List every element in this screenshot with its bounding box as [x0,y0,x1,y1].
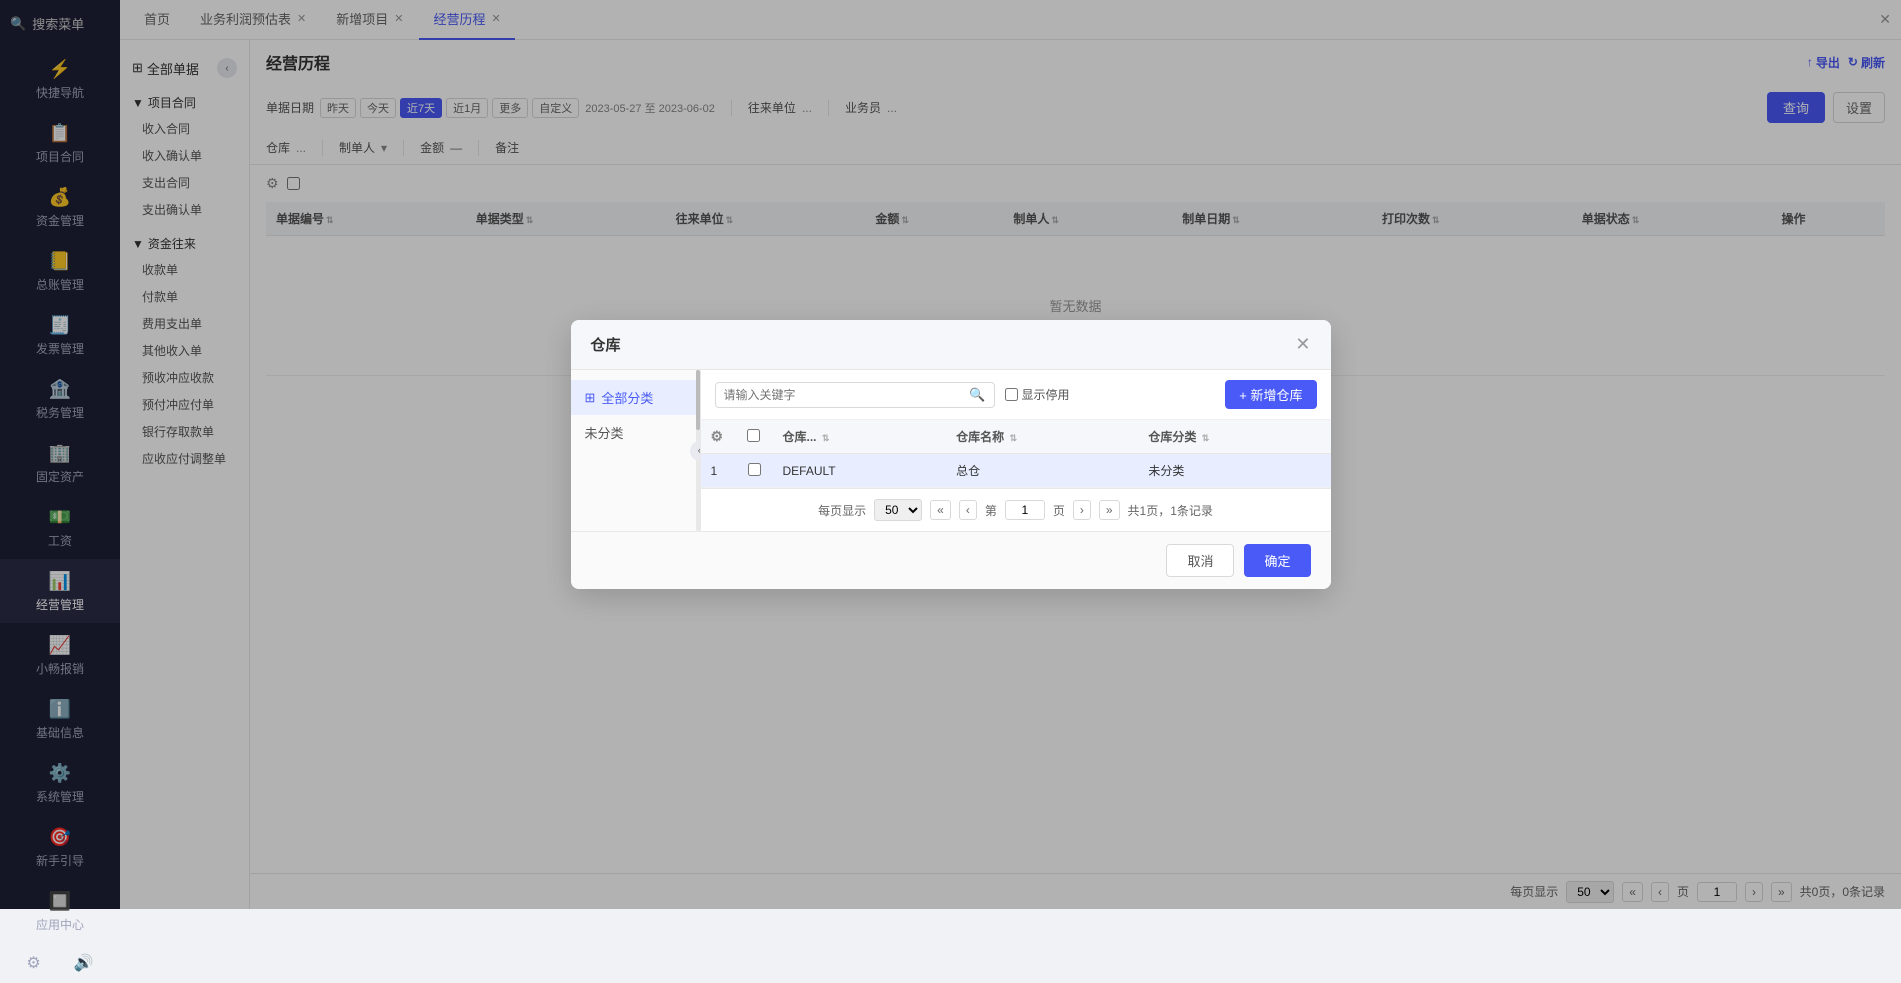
modal-col-name: 仓库名称 ⇅ [946,420,1138,454]
left-panel-collapse-btn[interactable]: ‹ [690,441,701,461]
modal-footer: 取消 确定 [571,531,1331,589]
modal-page-label: 第 [985,502,997,519]
search-icon-modal: 🔍 [969,387,985,403]
modal-last-page[interactable]: » [1099,500,1120,520]
settings-icon[interactable]: ⚙ [26,953,40,973]
row-index: 1 [701,454,737,488]
modal-close-button[interactable]: ✕ [1295,334,1310,355]
modal-table-area: ⚙ 仓库... ⇅ 仓库名称 [701,420,1331,488]
modal-col-category: 仓库分类 ⇅ [1138,420,1330,454]
modal-title: 仓库 [591,334,621,355]
row-code: DEFAULT [773,454,947,488]
row-checkbox-cell [737,454,773,488]
modal-select-all[interactable] [747,429,760,442]
modal-overlay: 仓库 ✕ ⊞ 全部分类 未分类 ‹ [0,0,1901,909]
modal-page-size-select[interactable]: 50 [874,499,922,521]
modal-col-check [737,420,773,454]
modal-col-code: 仓库... ⇅ [773,420,947,454]
row-checkbox[interactable] [748,463,761,476]
modal-search-box: 🔍 [715,382,995,408]
modal-category-unclassified[interactable]: 未分类 [571,415,700,450]
add-warehouse-button[interactable]: + 新增仓库 [1225,380,1316,409]
row-name: 总仓 [946,454,1138,488]
modal-next-page[interactable]: › [1073,500,1091,520]
modal-gear-icon[interactable]: ⚙ [711,428,724,444]
modal-col-gear: ⚙ [701,420,737,454]
modal-page-size-label: 每页显示 [818,502,866,519]
modal-toolbar: 🔍 显示停用 + 新增仓库 [701,370,1331,420]
modal-right-panel: 🔍 显示停用 + 新增仓库 ⚙ [701,370,1331,531]
modal-total-records: 共1页，1条记录 [1128,502,1213,519]
confirm-button[interactable]: 确定 [1244,544,1310,577]
row-category: 未分类 [1138,454,1330,488]
table-row[interactable]: 1 DEFAULT 总仓 未分类 [701,454,1331,488]
warehouse-modal: 仓库 ✕ ⊞ 全部分类 未分类 ‹ [571,320,1331,589]
modal-left-panel: ⊞ 全部分类 未分类 ‹ [571,370,701,531]
grid-icon-modal: ⊞ [585,390,596,406]
volume-icon[interactable]: 🔊 [74,953,94,973]
show-disabled-option[interactable]: 显示停用 [1005,386,1070,403]
modal-page-input[interactable] [1005,500,1045,520]
modal-pagination: 每页显示 50 « ‹ 第 页 › » 共1页，1条记录 [701,488,1331,531]
modal-warehouse-table: ⚙ 仓库... ⇅ 仓库名称 [701,420,1331,488]
modal-page-suffix: 页 [1053,502,1065,519]
sidebar-item-label: 应用中心 [36,916,84,933]
modal-body: ⊞ 全部分类 未分类 ‹ [571,370,1331,531]
sidebar-bottom: ⚙ 🔊 [0,943,120,983]
modal-search-input[interactable] [724,388,964,402]
modal-prev-page[interactable]: ‹ [959,500,977,520]
show-disabled-checkbox[interactable] [1005,388,1018,401]
modal-first-page[interactable]: « [930,500,951,520]
modal-header: 仓库 ✕ [571,320,1331,370]
modal-category-all[interactable]: ⊞ 全部分类 [571,380,700,415]
cancel-button[interactable]: 取消 [1166,544,1234,577]
